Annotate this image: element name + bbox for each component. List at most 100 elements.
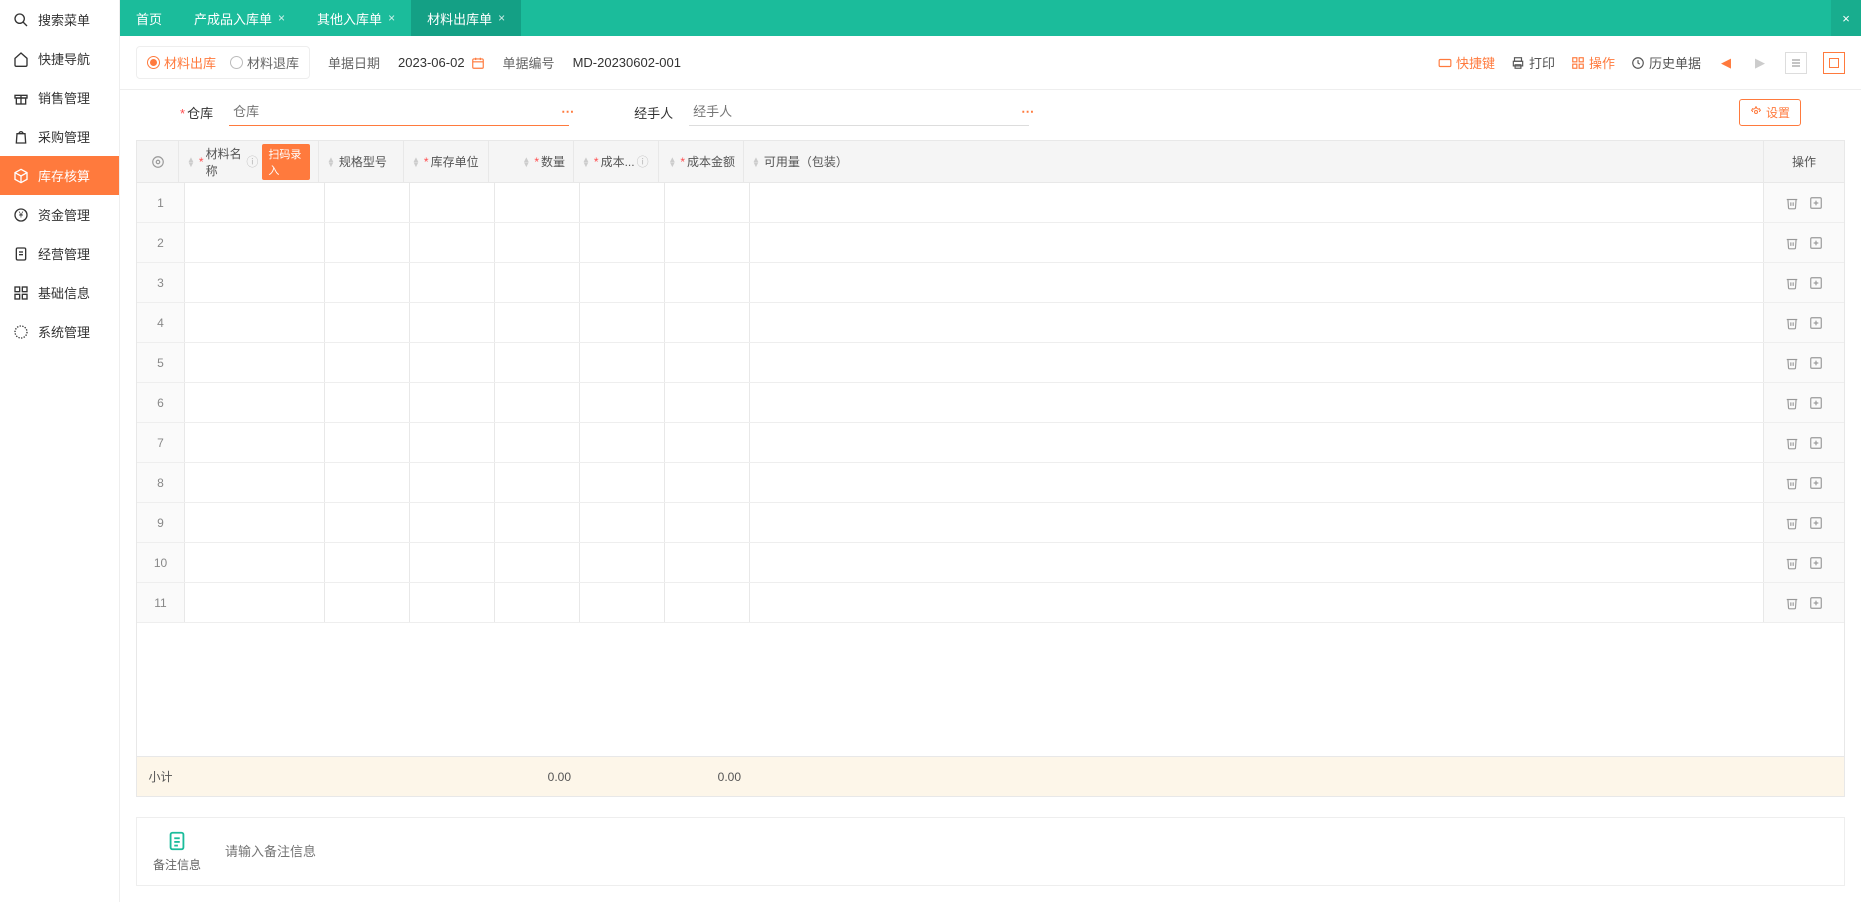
radio-material-return[interactable]: 材料退库 (230, 53, 299, 72)
cell-available[interactable] (750, 223, 1764, 262)
cell-spec[interactable] (325, 303, 410, 342)
help-icon[interactable]: ⓘ (637, 153, 649, 170)
table-row[interactable]: 9 (137, 503, 1844, 543)
cell-unit[interactable] (410, 343, 495, 382)
cell-material[interactable] (185, 423, 325, 462)
delete-row-button[interactable] (1785, 476, 1799, 490)
add-row-button[interactable] (1809, 396, 1823, 410)
prev-doc-button[interactable]: ◀ (1717, 55, 1735, 71)
cell-amount[interactable] (665, 583, 750, 622)
cell-material[interactable] (185, 303, 325, 342)
cell-material[interactable] (185, 383, 325, 422)
table-row[interactable]: 1 (137, 183, 1844, 223)
cell-available[interactable] (750, 303, 1764, 342)
cell-available[interactable] (750, 543, 1764, 582)
table-row[interactable]: 7 (137, 423, 1844, 463)
cell-spec[interactable] (325, 263, 410, 302)
print-button[interactable]: 打印 (1511, 53, 1555, 72)
add-row-button[interactable] (1809, 476, 1823, 490)
col-amount[interactable]: ▲▼*成本金额 (659, 141, 744, 182)
sidebar-item-inventory[interactable]: 库存核算 (0, 156, 119, 195)
cell-qty[interactable] (495, 503, 580, 542)
add-row-button[interactable] (1809, 316, 1823, 330)
sidebar-item-sales[interactable]: 销售管理 (0, 78, 119, 117)
close-icon[interactable]: × (388, 11, 395, 25)
cell-unit[interactable] (410, 303, 495, 342)
warehouse-input[interactable] (229, 98, 569, 126)
next-doc-button[interactable]: ▶ (1751, 55, 1769, 71)
cell-material[interactable] (185, 223, 325, 262)
cell-amount[interactable] (665, 343, 750, 382)
cell-cost[interactable] (580, 463, 665, 502)
cell-material[interactable] (185, 183, 325, 222)
cell-amount[interactable] (665, 383, 750, 422)
delete-row-button[interactable] (1785, 316, 1799, 330)
table-row[interactable]: 4 (137, 303, 1844, 343)
sidebar-item-search[interactable]: 搜索菜单 (0, 0, 119, 39)
add-row-button[interactable] (1809, 556, 1823, 570)
cell-unit[interactable] (410, 463, 495, 502)
add-row-button[interactable] (1809, 516, 1823, 530)
cell-amount[interactable] (665, 423, 750, 462)
help-icon[interactable]: ⓘ (246, 153, 258, 170)
cell-qty[interactable] (495, 383, 580, 422)
cell-unit[interactable] (410, 543, 495, 582)
cell-spec[interactable] (325, 503, 410, 542)
ops-button[interactable]: 操作 (1571, 53, 1615, 72)
cell-cost[interactable] (580, 383, 665, 422)
table-row[interactable]: 11 (137, 583, 1844, 623)
cell-spec[interactable] (325, 383, 410, 422)
cell-unit[interactable] (410, 583, 495, 622)
cell-qty[interactable] (495, 263, 580, 302)
tab-home[interactable]: 首页 (120, 0, 178, 36)
cell-available[interactable] (750, 383, 1764, 422)
cell-qty[interactable] (495, 543, 580, 582)
delete-row-button[interactable] (1785, 196, 1799, 210)
cell-available[interactable] (750, 583, 1764, 622)
table-row[interactable]: 2 (137, 223, 1844, 263)
col-available[interactable]: ▲▼可用量（包装） (744, 141, 1764, 182)
sidebar-item-system[interactable]: 系统管理 (0, 312, 119, 351)
warehouse-lookup-button[interactable]: ⋯ (561, 104, 574, 120)
cell-cost[interactable] (580, 423, 665, 462)
close-icon[interactable]: × (278, 11, 285, 25)
cell-spec[interactable] (325, 223, 410, 262)
cell-available[interactable] (750, 343, 1764, 382)
col-material-name[interactable]: ▲▼*材料名称ⓘ扫码录入 (179, 141, 319, 182)
sidebar-item-quicknav[interactable]: 快捷导航 (0, 39, 119, 78)
table-row[interactable]: 3 (137, 263, 1844, 303)
sidebar-item-purchase[interactable]: 采购管理 (0, 117, 119, 156)
scan-input-button[interactable]: 扫码录入 (262, 144, 310, 180)
add-row-button[interactable] (1809, 196, 1823, 210)
radio-material-out[interactable]: 材料出库 (147, 53, 216, 72)
cell-available[interactable] (750, 263, 1764, 302)
cell-cost[interactable] (580, 583, 665, 622)
delete-row-button[interactable] (1785, 396, 1799, 410)
cell-cost[interactable] (580, 303, 665, 342)
cell-cost[interactable] (580, 503, 665, 542)
cell-qty[interactable] (495, 583, 580, 622)
table-row[interactable]: 6 (137, 383, 1844, 423)
sidebar-item-business[interactable]: 经营管理 (0, 234, 119, 273)
expand-button[interactable] (1823, 52, 1845, 74)
shortcut-button[interactable]: 快捷键 (1438, 53, 1495, 72)
cell-qty[interactable] (495, 183, 580, 222)
cell-amount[interactable] (665, 543, 750, 582)
cell-unit[interactable] (410, 423, 495, 462)
cell-available[interactable] (750, 463, 1764, 502)
settings-button[interactable]: 设置 (1739, 99, 1801, 126)
cell-material[interactable] (185, 463, 325, 502)
cell-amount[interactable] (665, 183, 750, 222)
cell-amount[interactable] (665, 263, 750, 302)
col-spec[interactable]: ▲▼规格型号 (319, 141, 404, 182)
cell-cost[interactable] (580, 343, 665, 382)
delete-row-button[interactable] (1785, 516, 1799, 530)
tab-material-out[interactable]: 材料出库单× (411, 0, 521, 36)
add-row-button[interactable] (1809, 276, 1823, 290)
delete-row-button[interactable] (1785, 436, 1799, 450)
delete-row-button[interactable] (1785, 276, 1799, 290)
col-qty[interactable]: ▲▼*数量 (489, 141, 574, 182)
cell-qty[interactable] (495, 463, 580, 502)
cell-amount[interactable] (665, 303, 750, 342)
cell-material[interactable] (185, 543, 325, 582)
